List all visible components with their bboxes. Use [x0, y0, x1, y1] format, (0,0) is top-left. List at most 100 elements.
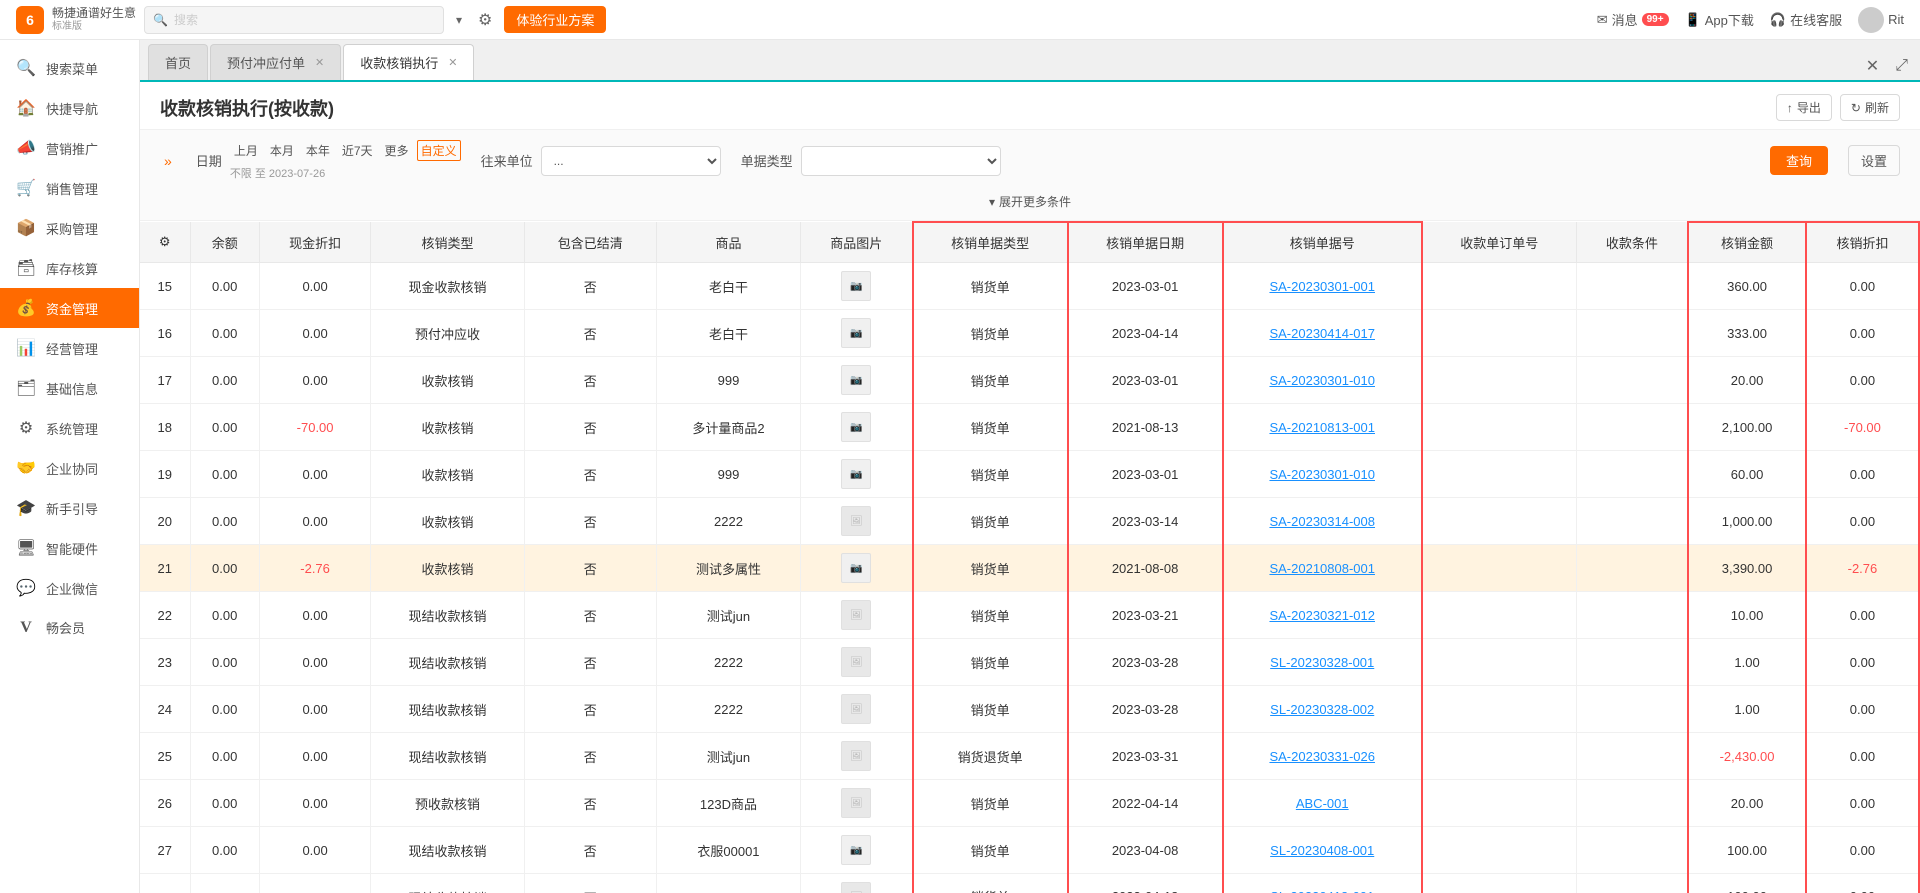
td-doc-no[interactable]: SA-20230301-001 — [1223, 263, 1422, 310]
td-verify-discount: 0.00 — [1806, 874, 1919, 893]
close-window-btn[interactable]: ✕ — [1862, 52, 1883, 80]
doc-no-link[interactable]: SA-20210808-001 — [1269, 561, 1375, 576]
td-verify-type: 现金收款核销 — [371, 263, 524, 310]
sidebar-item-hardware[interactable]: 🖥 智能硬件 — [0, 528, 139, 568]
gear-icon-btn[interactable]: ⚙ — [474, 8, 496, 32]
doc-no-link[interactable]: SL-20230418-001 — [1270, 889, 1374, 893]
date-this-month[interactable]: 本月 — [266, 140, 298, 161]
td-product: 999 — [656, 451, 800, 498]
sidebar-item-search[interactable]: 🔍 搜索菜单 — [0, 48, 139, 88]
marketing-icon: 📣 — [16, 138, 36, 158]
tab-prepay[interactable]: 预付冲应付单 ✕ — [210, 44, 341, 80]
date-last-month[interactable]: 上月 — [230, 140, 262, 161]
td-cash-discount: 0.00 — [259, 310, 370, 357]
td-doc-no[interactable]: SL-20230408-001 — [1223, 827, 1422, 874]
th-balance: 余额 — [190, 222, 259, 263]
close-collect-tab[interactable]: ✕ — [448, 56, 457, 69]
tab-home[interactable]: 首页 — [148, 44, 208, 80]
td-doc-no[interactable]: SA-20210813-001 — [1223, 404, 1422, 451]
sidebar-item-finance[interactable]: 💰 资金管理 — [0, 288, 139, 328]
td-doc-type: 销货单 — [913, 310, 1068, 357]
refresh-btn[interactable]: ↻ 刷新 — [1840, 94, 1900, 121]
td-row-num: 21 — [140, 545, 190, 592]
export-btn[interactable]: ↑ 导出 — [1776, 94, 1832, 121]
date-more[interactable]: 更多 — [381, 140, 413, 161]
td-doc-date: 2023-03-01 — [1068, 263, 1223, 310]
td-doc-no[interactable]: SA-20230301-010 — [1223, 357, 1422, 404]
doc-no-link[interactable]: SA-20230314-008 — [1269, 514, 1375, 529]
doc-no-link[interactable]: SL-20230328-002 — [1270, 702, 1374, 717]
td-product-img: 🖼 — [800, 733, 912, 780]
td-doc-no[interactable]: SA-20230331-026 — [1223, 733, 1422, 780]
sidebar-item-collab[interactable]: 🤝 企业协同 — [0, 448, 139, 488]
td-doc-no[interactable]: ABC-001 — [1223, 780, 1422, 827]
td-doc-no[interactable]: SL-20230418-001 — [1223, 874, 1422, 893]
date-filter: 日期 上月 本月 本年 近7天 更多 自定义 不限 至 2023-07-26 — [196, 140, 461, 181]
date-this-year[interactable]: 本年 — [302, 140, 334, 161]
td-doc-no[interactable]: SA-20230321-012 — [1223, 592, 1422, 639]
app-download-item[interactable]: 📱 App下载 — [1685, 10, 1754, 29]
sidebar-item-inventory[interactable]: 🗃 库存核算 — [0, 248, 139, 288]
doc-no-link[interactable]: SA-20230331-026 — [1269, 749, 1375, 764]
maximize-btn[interactable]: ⤢ — [1891, 53, 1912, 79]
partner-select[interactable]: ... — [541, 146, 721, 176]
setting-btn[interactable]: 设置 — [1848, 145, 1900, 176]
sidebar-item-operation[interactable]: 📊 经营管理 — [0, 328, 139, 368]
doc-no-link[interactable]: SL-20230328-001 — [1270, 655, 1374, 670]
search-area[interactable]: 🔍 搜索 — [144, 6, 444, 34]
td-include-settled: 否 — [524, 827, 656, 874]
online-service-item[interactable]: 🎧 在线客服 — [1770, 10, 1842, 29]
sidebar-item-marketing[interactable]: 📣 营销推广 — [0, 128, 139, 168]
td-doc-no[interactable]: SA-20230301-010 — [1223, 451, 1422, 498]
th-settings[interactable]: ⚙ — [140, 222, 190, 263]
doc-no-link[interactable]: SA-20230321-012 — [1269, 608, 1375, 623]
sidebar-item-purchase[interactable]: 📦 采购管理 — [0, 208, 139, 248]
doc-no-link[interactable]: ABC-001 — [1296, 796, 1349, 811]
chevron-down-btn[interactable]: ▾ — [452, 11, 466, 29]
td-verify-amount: 20.00 — [1688, 357, 1806, 404]
td-doc-no[interactable]: SL-20230328-002 — [1223, 686, 1422, 733]
sidebar-item-system[interactable]: ⚙ 系统管理 — [0, 408, 139, 448]
sidebar-item-guide[interactable]: 🎓 新手引导 — [0, 488, 139, 528]
date-7days[interactable]: 近7天 — [338, 140, 377, 161]
td-doc-date: 2023-03-01 — [1068, 451, 1223, 498]
td-verify-type: 收款核销 — [371, 498, 524, 545]
doc-no-link[interactable]: SA-20230301-010 — [1269, 467, 1375, 482]
sidebar-item-wechat[interactable]: 💬 企业微信 — [0, 568, 139, 608]
sidebar-item-quick-nav[interactable]: 🏠 快捷导航 — [0, 88, 139, 128]
td-collect-no — [1422, 592, 1576, 639]
td-verify-discount: 0.00 — [1806, 639, 1919, 686]
close-prepay-tab[interactable]: ✕ — [315, 56, 324, 69]
tab-collect[interactable]: 收款核销执行 ✕ — [343, 44, 474, 80]
doc-no-link[interactable]: SA-20230414-017 — [1269, 326, 1375, 341]
td-verify-type: 现结收款核销 — [371, 827, 524, 874]
filter-expand-btn[interactable]: » — [160, 149, 176, 173]
doc-no-link[interactable]: SA-20230301-010 — [1269, 373, 1375, 388]
td-collect-no — [1422, 451, 1576, 498]
td-cash-discount: 0.00 — [259, 498, 370, 545]
doc-no-link[interactable]: SA-20230301-001 — [1269, 279, 1375, 294]
doc-type-select[interactable] — [801, 146, 1001, 176]
doc-no-link[interactable]: SL-20230408-001 — [1270, 843, 1374, 858]
industry-btn[interactable]: 体验行业方案 — [504, 6, 606, 33]
td-collect-no — [1422, 404, 1576, 451]
td-product: 999 — [656, 357, 800, 404]
sidebar-item-basic[interactable]: 🗂 基础信息 — [0, 368, 139, 408]
expand-more-btn[interactable]: ▾ 展开更多条件 — [989, 193, 1071, 210]
table-row: 26 0.00 0.00 预收款核销 否 123D商品 🖼 销货单 2022-0… — [140, 780, 1919, 827]
doc-no-link[interactable]: SA-20210813-001 — [1269, 420, 1375, 435]
td-doc-no[interactable]: SA-20230414-017 — [1223, 310, 1422, 357]
notification-item[interactable]: ✉ 消息 99+ — [1597, 10, 1669, 29]
table-row: 25 0.00 0.00 现结收款核销 否 测试jun 🖼 销货退货单 2023… — [140, 733, 1919, 780]
td-doc-no[interactable]: SL-20230328-001 — [1223, 639, 1422, 686]
user-item[interactable]: Rit — [1858, 7, 1904, 33]
query-btn[interactable]: 查询 — [1770, 146, 1828, 175]
date-custom[interactable]: 自定义 — [417, 140, 461, 161]
td-verify-discount: 0.00 — [1806, 733, 1919, 780]
avatar — [1858, 7, 1884, 33]
td-doc-no[interactable]: SA-20230314-008 — [1223, 498, 1422, 545]
sidebar-item-sales[interactable]: 🛒 销售管理 — [0, 168, 139, 208]
sidebar-item-member[interactable]: V 畅会员 — [0, 608, 139, 647]
sidebar-item-label: 采购管理 — [46, 219, 98, 238]
td-doc-no[interactable]: SA-20210808-001 — [1223, 545, 1422, 592]
